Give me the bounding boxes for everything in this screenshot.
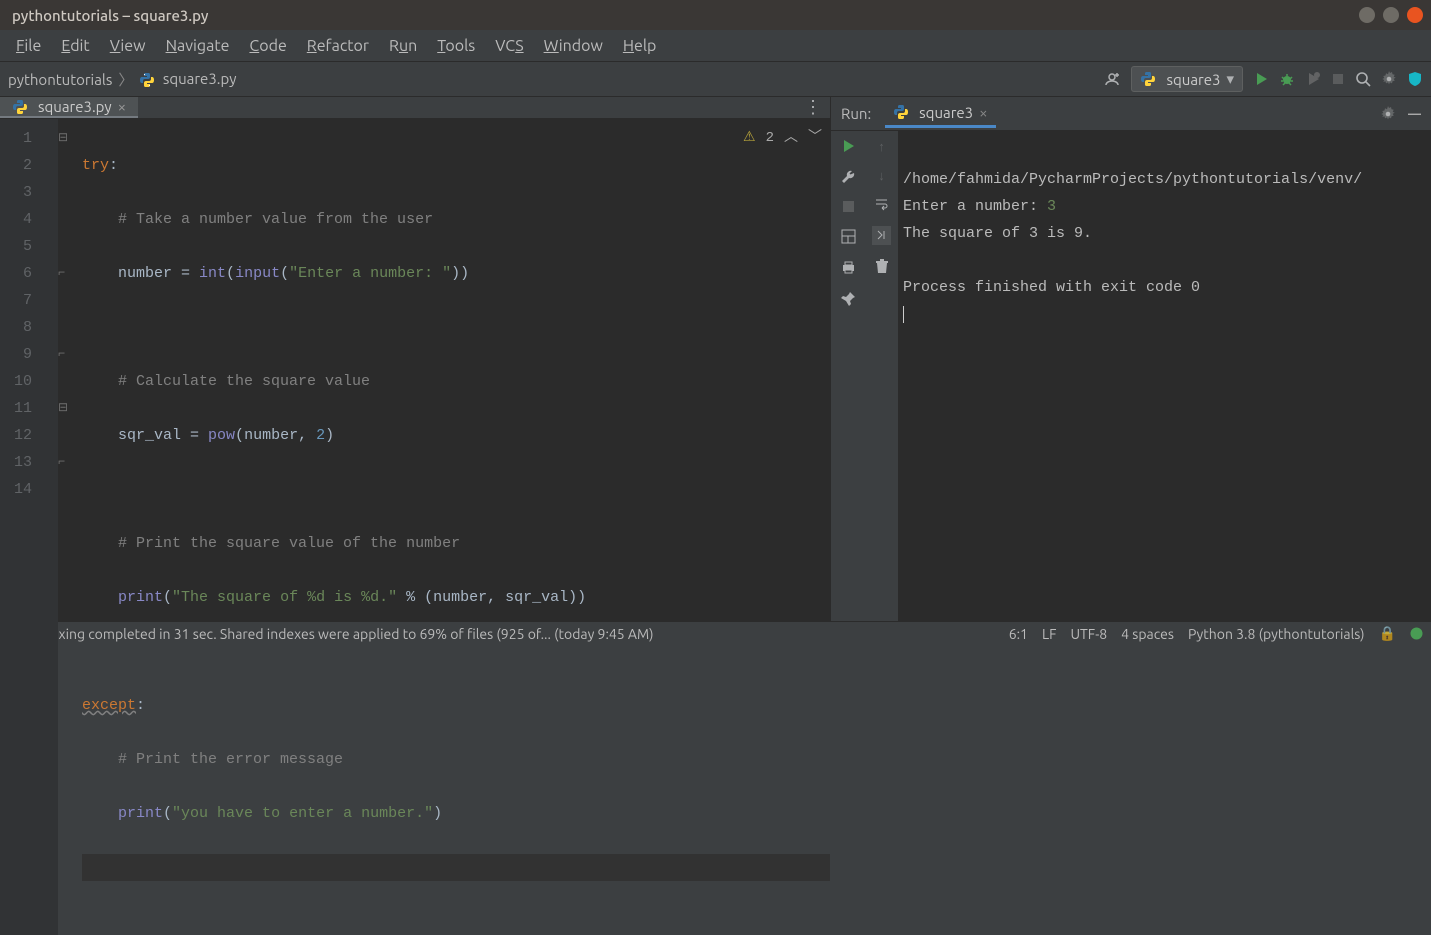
menu-refactor[interactable]: Refactor <box>299 33 377 59</box>
scroll-to-end-icon[interactable] <box>872 226 891 245</box>
menu-help[interactable]: Help <box>615 33 665 59</box>
gear-icon[interactable] <box>1380 106 1396 122</box>
run-title: Run: <box>841 105 871 122</box>
code-area[interactable]: try: # Take a number value from the user… <box>58 119 830 935</box>
nav-toolbar: pythontutorials 〉 square3.py square3 ▾ <box>0 62 1431 97</box>
editor-panel: square3.py × ⋮ 1 2 3 4 5 6 7 8 9 10 11 1… <box>0 97 830 621</box>
window-title: pythontutorials – square3.py <box>8 7 208 24</box>
stop-icon[interactable] <box>842 200 855 213</box>
menu-tools[interactable]: Tools <box>429 33 483 59</box>
settings-icon[interactable] <box>1381 71 1397 87</box>
cursor-position[interactable]: 6:1 <box>1009 626 1028 642</box>
chevron-up-icon[interactable]: ︿ <box>784 125 798 152</box>
pin-icon[interactable] <box>841 291 856 306</box>
run-toolbar-primary <box>831 131 865 621</box>
editor-tabs: square3.py × ⋮ <box>0 97 830 119</box>
warning-icon: ⚠ <box>743 125 756 152</box>
menu-run[interactable]: Run <box>381 33 425 59</box>
run-toolbar-secondary: ↑ ↓ <box>865 131 899 621</box>
chevron-right-icon: 〉 <box>118 69 133 90</box>
python-icon <box>1140 71 1156 87</box>
run-tabs: Run: square3 × — <box>831 97 1431 131</box>
menu-vcs[interactable]: VCS <box>487 33 531 59</box>
close-tab-icon[interactable]: × <box>979 104 987 121</box>
menu-window[interactable]: Window <box>536 33 611 59</box>
rerun-icon[interactable] <box>841 139 855 153</box>
close-button[interactable] <box>1407 7 1423 23</box>
layout-icon[interactable] <box>841 229 856 244</box>
close-tab-icon[interactable]: × <box>118 98 126 115</box>
down-icon[interactable]: ↓ <box>878 168 885 183</box>
inspection-widget[interactable]: ⚠ 2 ︿ ﹀ <box>743 125 822 152</box>
chevron-down-icon: ▾ <box>1226 70 1234 88</box>
content-area: square3.py × ⋮ 1 2 3 4 5 6 7 8 9 10 11 1… <box>0 97 1431 621</box>
file-encoding[interactable]: UTF-8 <box>1070 626 1107 642</box>
editor-more-icon[interactable]: ⋮ <box>804 97 822 118</box>
editor-tab-square3[interactable]: square3.py × <box>0 97 138 118</box>
run-body: ↑ ↓ /home/fahmida/PycharmProjects/python… <box>831 131 1431 621</box>
wrench-icon[interactable] <box>841 169 856 184</box>
up-icon[interactable]: ↑ <box>878 139 885 154</box>
main-menu: File Edit View Navigate Code Refactor Ru… <box>0 30 1431 62</box>
menu-file[interactable]: File <box>8 33 49 59</box>
window-titlebar: pythontutorials – square3.py <box>0 0 1431 30</box>
run-tool-window: Run: square3 × — <box>830 97 1431 621</box>
trash-icon[interactable] <box>875 259 889 274</box>
menu-view[interactable]: View <box>102 33 154 59</box>
indent-setting[interactable]: 4 spaces <box>1121 626 1174 642</box>
python-file-icon <box>139 72 155 88</box>
menu-code[interactable]: Code <box>241 33 294 59</box>
soft-wrap-icon[interactable] <box>874 197 889 212</box>
run-tab-square3[interactable]: square3 × <box>885 100 995 128</box>
run-button[interactable] <box>1253 71 1269 87</box>
debug-button[interactable] <box>1279 71 1295 87</box>
menu-navigate[interactable]: Navigate <box>158 33 238 59</box>
search-icon[interactable] <box>1355 71 1371 87</box>
editor-body: 1 2 3 4 5 6 7 8 9 10 11 12 13 14 ⊟ ⌐ ⌐ ⊟… <box>0 119 830 935</box>
lock-icon[interactable]: 🔒 <box>1379 625 1396 642</box>
hide-panel-icon[interactable]: — <box>1408 107 1421 121</box>
stop-button[interactable] <box>1331 72 1345 86</box>
line-separator[interactable]: LF <box>1042 626 1057 642</box>
ide-shield-icon[interactable] <box>1407 71 1423 87</box>
status-indicator-icon[interactable] <box>1410 627 1423 640</box>
console-output[interactable]: /home/fahmida/PycharmProjects/pythontuto… <box>899 131 1431 621</box>
python-interpreter[interactable]: Python 3.8 (pythontutorials) <box>1188 626 1365 642</box>
chevron-down-icon[interactable]: ﹀ <box>808 125 822 152</box>
coverage-button[interactable] <box>1305 71 1321 87</box>
breadcrumb: pythontutorials 〉 square3.py <box>8 69 236 90</box>
python-icon <box>893 104 909 120</box>
breadcrumb-file[interactable]: square3.py <box>139 70 236 88</box>
breadcrumb-project[interactable]: pythontutorials <box>8 71 112 88</box>
toolbar-right: square3 ▾ <box>1103 66 1423 92</box>
add-config-icon[interactable] <box>1103 70 1121 88</box>
print-icon[interactable] <box>841 260 856 275</box>
run-config-selector[interactable]: square3 ▾ <box>1131 66 1243 92</box>
maximize-button[interactable] <box>1383 7 1399 23</box>
python-file-icon <box>12 99 28 115</box>
window-controls <box>1359 7 1423 23</box>
menu-edit[interactable]: Edit <box>53 33 97 59</box>
minimize-button[interactable] <box>1359 7 1375 23</box>
line-gutter: 1 2 3 4 5 6 7 8 9 10 11 12 13 14 <box>0 119 58 935</box>
